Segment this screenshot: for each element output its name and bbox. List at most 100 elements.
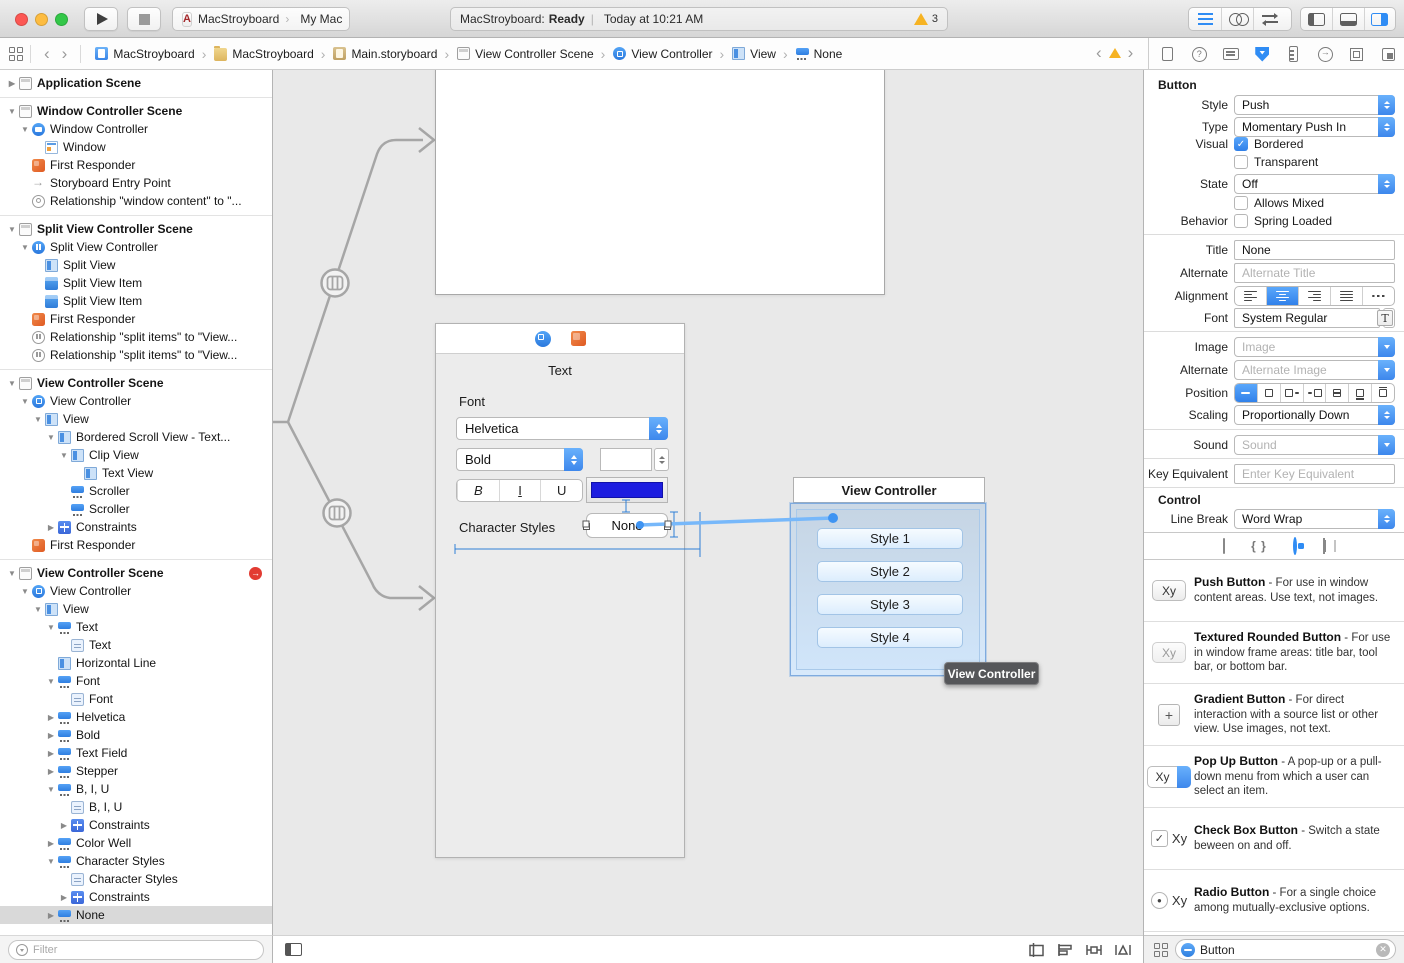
view-effects-inspector-tab[interactable] — [1376, 42, 1400, 66]
back-button[interactable]: ‹ — [38, 45, 56, 62]
assistant-editor-button[interactable] — [1221, 8, 1253, 30]
outline-row[interactable]: Window — [0, 138, 272, 156]
align-left-segment[interactable] — [1235, 287, 1266, 305]
disclosure-triangle-icon[interactable]: ▶ — [45, 523, 57, 532]
disclosure-triangle-icon[interactable]: ▼ — [19, 587, 31, 596]
disclosure-triangle-icon[interactable]: ▶ — [6, 79, 18, 88]
stop-button[interactable] — [127, 7, 161, 31]
quick-help-tab[interactable] — [1187, 42, 1211, 66]
disclosure-triangle-icon[interactable]: ▼ — [45, 623, 57, 632]
toggle-inspector-button[interactable] — [1363, 8, 1395, 30]
outline-row[interactable]: ▼ Split View Controller — [0, 238, 272, 256]
library-grid-view-icon[interactable] — [1154, 942, 1168, 957]
style-button[interactable]: Style 2 — [817, 561, 963, 582]
breadcrumb-item[interactable]: MacStroyboard — [94, 46, 213, 62]
image-combo[interactable]: Image — [1234, 337, 1395, 357]
outline-row[interactable]: ▶ Stepper — [0, 762, 272, 780]
key-equivalent-field[interactable]: Enter Key Equivalent — [1234, 464, 1395, 484]
style-button[interactable]: Style 4 — [817, 627, 963, 648]
outline-row[interactable]: First Responder — [0, 156, 272, 174]
disclosure-triangle-icon[interactable]: ▼ — [6, 107, 18, 116]
disclosure-triangle-icon[interactable]: ▼ — [6, 379, 18, 388]
file-template-library-tab[interactable] — [1223, 538, 1226, 554]
view-controller-scene-titlebar[interactable]: View Controller — [793, 477, 985, 503]
position-image-above-segment[interactable] — [1348, 384, 1371, 402]
position-image-overlap-segment[interactable] — [1325, 384, 1348, 402]
outline-row[interactable]: ▶ Constraints — [0, 816, 272, 834]
scene-window[interactable] — [435, 70, 885, 295]
style-segment-button[interactable]: U — [540, 480, 582, 501]
disclosure-triangle-icon[interactable]: ▼ — [45, 433, 57, 442]
outline-row[interactable]: ▼ Text — [0, 618, 272, 636]
outline-row[interactable]: ▼ Window Controller — [0, 120, 272, 138]
outline-row[interactable]: ▼ Split View Controller Scene — [0, 220, 272, 238]
outline-row[interactable]: Scroller — [0, 482, 272, 500]
align-center-segment[interactable] — [1266, 287, 1298, 305]
style-button[interactable]: Style 3 — [817, 594, 963, 615]
resize-handle[interactable] — [583, 523, 590, 530]
outline-row[interactable]: ▶ Bold — [0, 726, 272, 744]
resize-handle[interactable] — [664, 523, 671, 530]
library-item[interactable]: Xy Check Box Button - Switch a state bew… — [1144, 808, 1404, 870]
disclosure-triangle-icon[interactable]: ▶ — [58, 821, 70, 830]
position-image-below-segment[interactable] — [1371, 384, 1394, 402]
breadcrumb-item[interactable]: View Controller Scene — [456, 46, 612, 62]
state-popup[interactable]: Off — [1234, 174, 1395, 194]
outline-row[interactable]: ▶ Color Well — [0, 834, 272, 852]
breadcrumb-item[interactable]: View Controller — [612, 46, 731, 62]
disclosure-triangle-icon[interactable]: ▶ — [45, 767, 57, 776]
transparent-checkbox[interactable] — [1234, 155, 1248, 169]
outline-row[interactable]: ▼ Font — [0, 672, 272, 690]
outline-row[interactable]: ▶ Constraints — [0, 518, 272, 536]
align-icon[interactable] — [1055, 942, 1075, 958]
align-right-segment[interactable] — [1298, 287, 1330, 305]
sound-combo[interactable]: Sound — [1234, 435, 1395, 455]
position-image-right-segment[interactable] — [1302, 384, 1326, 402]
spring-loaded-checkbox[interactable] — [1234, 214, 1248, 228]
storyboard-canvas[interactable]: Text Font Helvetica Bold BIU Character S… — [273, 70, 1143, 963]
object-library-tab[interactable] — [1292, 537, 1297, 555]
outline-row[interactable]: Font — [0, 690, 272, 708]
disclosure-triangle-icon[interactable]: ▶ — [45, 731, 57, 740]
library-item[interactable]: Xy Textured Rounded Button - For use in … — [1144, 622, 1404, 684]
view-controller-view[interactable]: Style 1 Style 2 Style 3 Style 4 — [790, 503, 986, 676]
disclosure-triangle-icon[interactable]: ▼ — [19, 243, 31, 252]
warning-indicator[interactable]: 3 — [913, 13, 938, 25]
outline-row[interactable]: Split View Item — [0, 292, 272, 310]
connections-inspector-tab[interactable] — [1313, 42, 1337, 66]
outline-row[interactable]: Storyboard Entry Point — [0, 174, 272, 192]
outline-row[interactable]: ▼ View Controller Scene — [0, 374, 272, 392]
error-badge[interactable]: → — [249, 566, 262, 580]
zoom-window-button[interactable] — [55, 13, 68, 26]
library-filter-input[interactable] — [1200, 942, 1371, 957]
outline-row[interactable]: Relationship "split items" to "View... — [0, 346, 272, 364]
close-window-button[interactable] — [15, 13, 28, 26]
run-button[interactable] — [84, 7, 118, 31]
disclosure-triangle-icon[interactable]: ▶ — [45, 911, 57, 920]
previous-issue-button[interactable]: ‹ — [1094, 44, 1104, 61]
minimize-window-button[interactable] — [35, 13, 48, 26]
font-size-field[interactable] — [600, 448, 652, 471]
font-family-popup[interactable]: Helvetica — [456, 417, 668, 440]
disclosure-triangle-icon[interactable]: ▶ — [45, 749, 57, 758]
disclosure-triangle-icon[interactable]: ▼ — [6, 569, 18, 578]
size-inspector-tab[interactable] — [1282, 42, 1306, 66]
library-item[interactable]: Xy Radio Button - For a single choice am… — [1144, 870, 1404, 932]
disclosure-triangle-icon[interactable]: ▼ — [32, 605, 44, 614]
toggle-debug-area-button[interactable] — [1332, 8, 1363, 30]
disclosure-triangle-icon[interactable]: ▶ — [45, 713, 57, 722]
scheme-selector[interactable]: A MacStroyboard › My Mac — [172, 7, 350, 31]
outline-row[interactable]: ▼ View Controller — [0, 582, 272, 600]
disclosure-triangle-icon[interactable]: ▼ — [45, 677, 57, 686]
outline-row[interactable]: B, I, U — [0, 798, 272, 816]
breadcrumb-item[interactable]: MacStroyboard — [213, 45, 332, 62]
library-item[interactable]: Xy Pop Up Button - A pop-up or a pull-do… — [1144, 746, 1404, 808]
breadcrumb-item[interactable]: None — [795, 47, 857, 61]
style-popup[interactable]: Push — [1234, 95, 1395, 115]
font-panel-icon[interactable]: T — [1377, 310, 1393, 326]
outline-row[interactable]: Relationship "window content" to "... — [0, 192, 272, 210]
outline-row[interactable]: Horizontal Line — [0, 654, 272, 672]
outline-row[interactable]: Text — [0, 636, 272, 654]
title-field[interactable]: None — [1234, 240, 1395, 260]
position-title-only-segment[interactable] — [1235, 384, 1257, 402]
